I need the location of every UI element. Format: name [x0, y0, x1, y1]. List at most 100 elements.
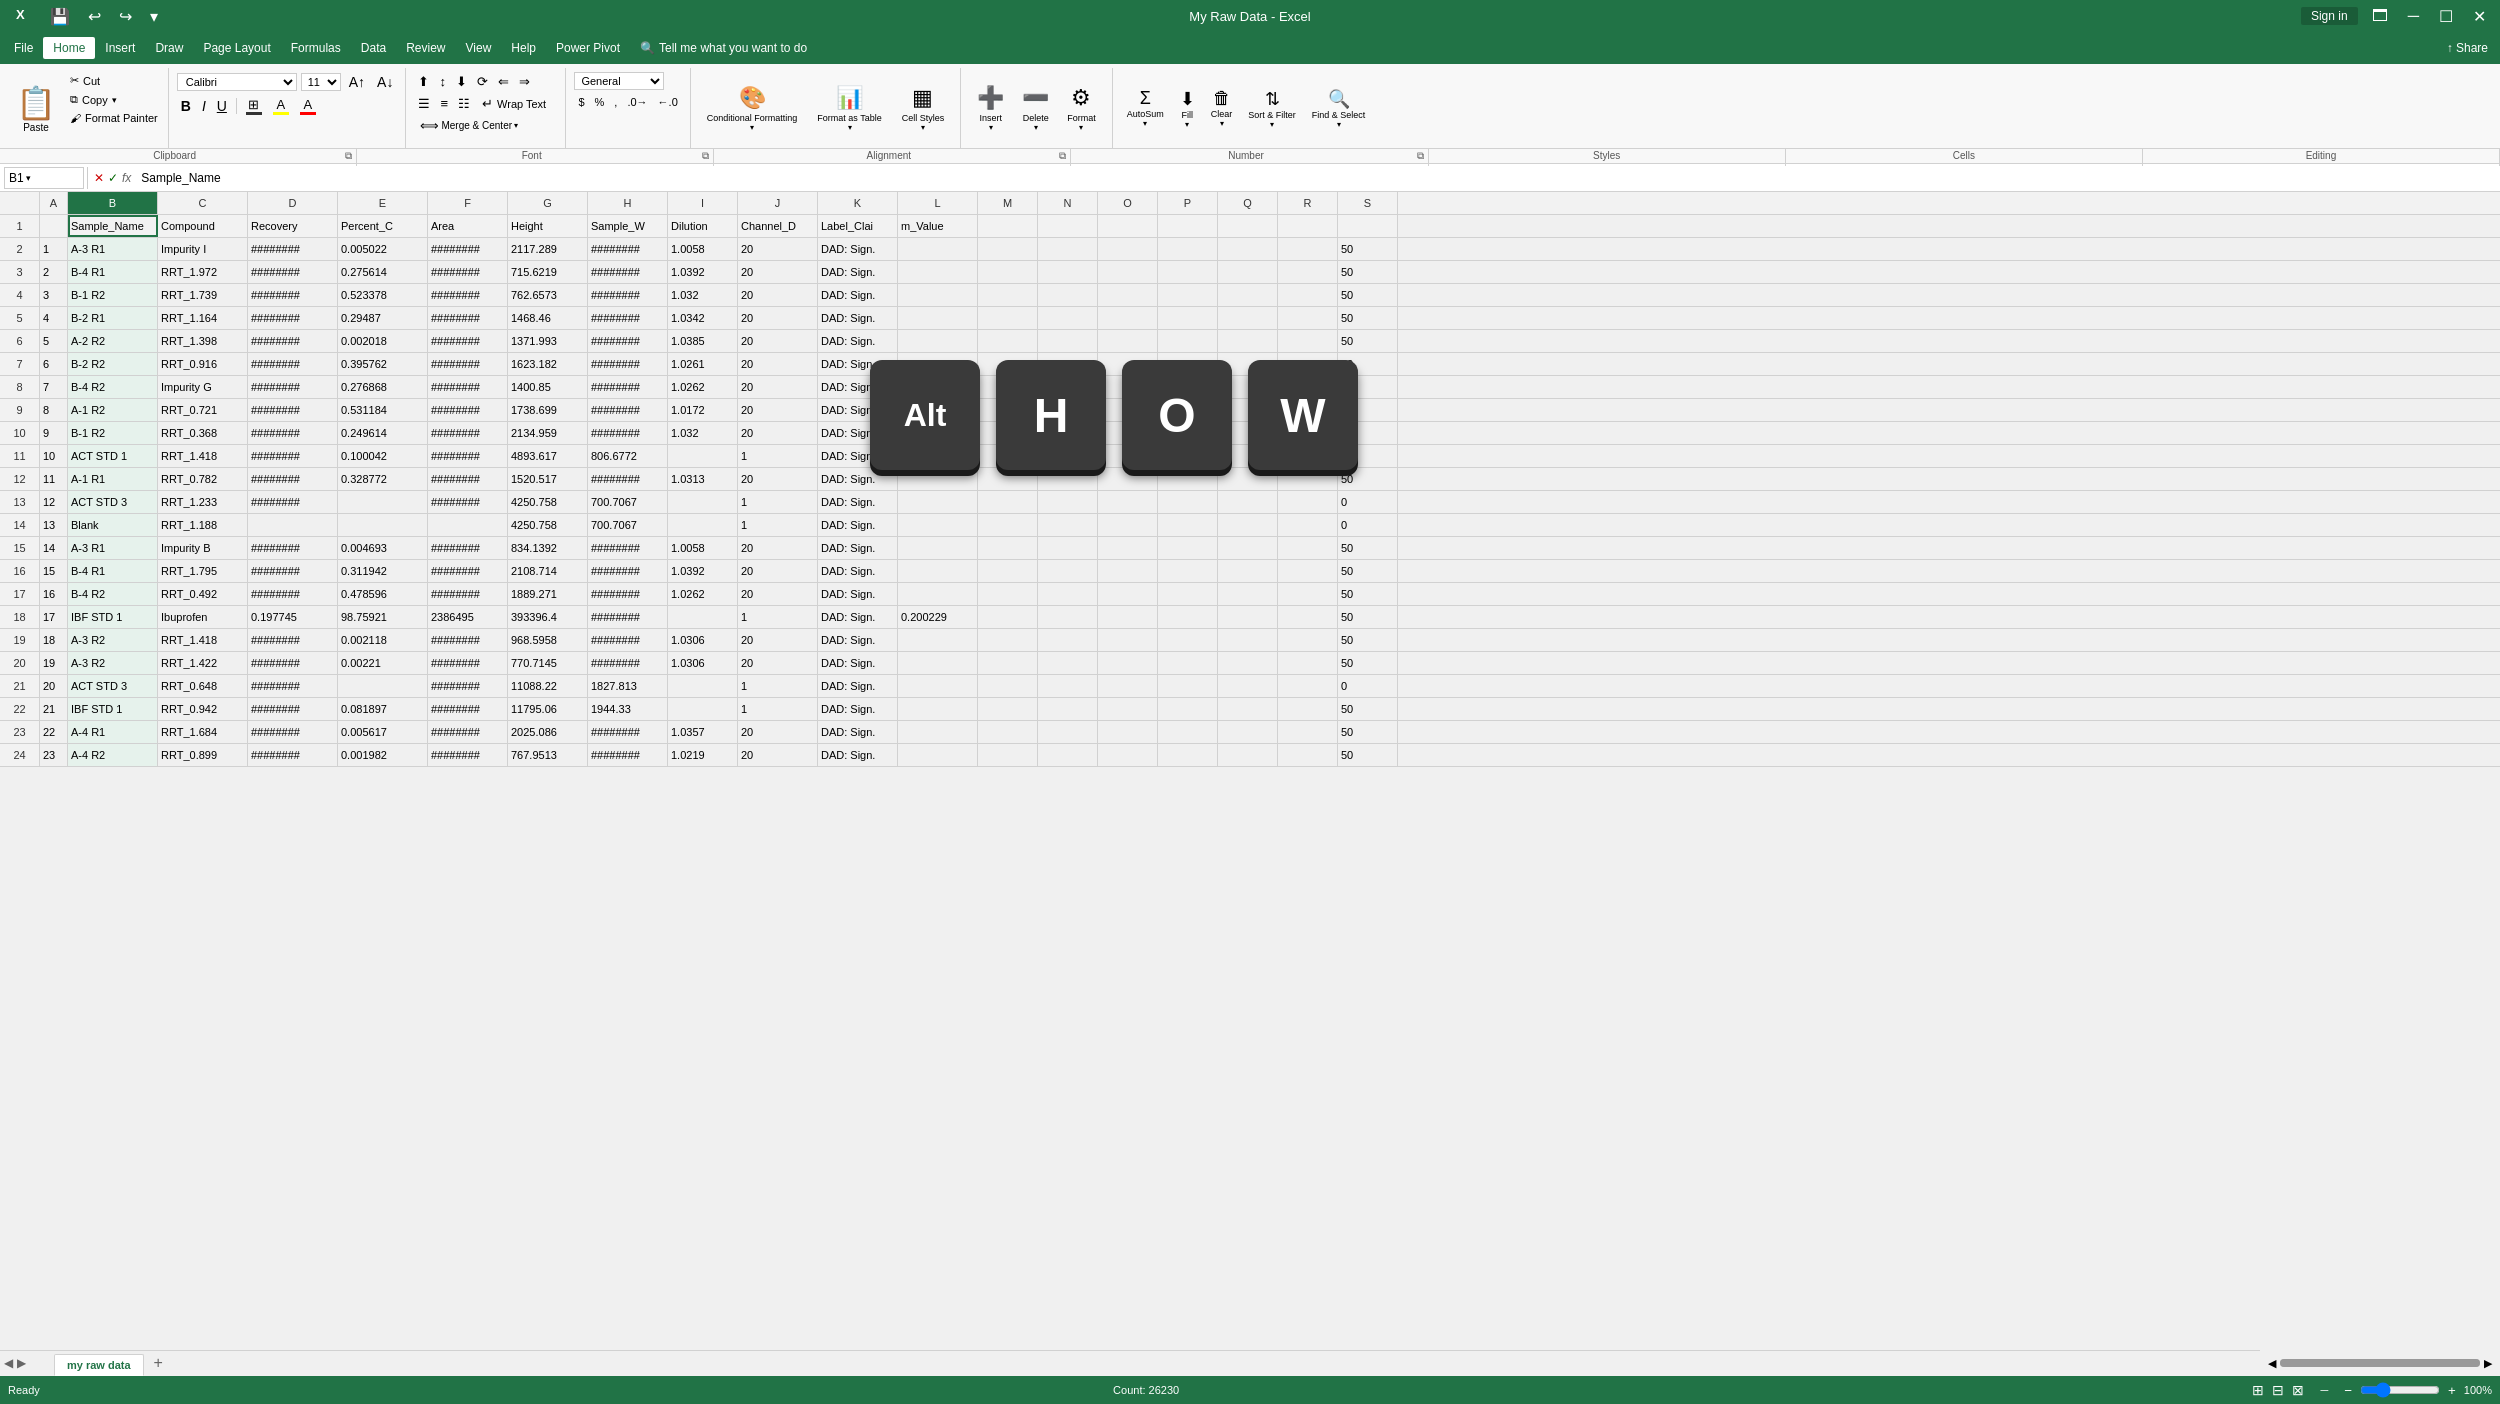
cell[interactable]: ########	[248, 353, 338, 375]
cell[interactable]	[1038, 652, 1098, 674]
cell[interactable]: 762.6573	[508, 284, 588, 306]
cell[interactable]: DAD: Sign.	[818, 721, 898, 743]
cell[interactable]: ########	[248, 583, 338, 605]
cell[interactable]: A-1 R2	[68, 399, 158, 421]
underline-button[interactable]: U	[213, 96, 231, 116]
cell[interactable]	[1098, 284, 1158, 306]
cell[interactable]: ########	[428, 744, 508, 766]
cell[interactable]	[898, 537, 978, 559]
cell[interactable]: 1738.699	[508, 399, 588, 421]
col-header-P[interactable]: P	[1158, 192, 1218, 214]
cell[interactable]: DAD: Sign.	[818, 468, 898, 490]
cell[interactable]	[1278, 468, 1338, 490]
cell[interactable]: 20	[738, 307, 818, 329]
cell[interactable]	[1218, 698, 1278, 720]
col-header-B[interactable]: B	[68, 192, 158, 214]
cell[interactable]: ########	[428, 399, 508, 421]
cell[interactable]	[978, 215, 1038, 237]
row-number[interactable]: 15	[0, 537, 40, 559]
cell[interactable]	[668, 606, 738, 628]
cell[interactable]: 50	[1338, 307, 1398, 329]
cell[interactable]: ########	[248, 284, 338, 306]
cell[interactable]: ########	[588, 353, 668, 375]
col-header-L[interactable]: L	[898, 192, 978, 214]
cell[interactable]: ########	[428, 652, 508, 674]
cell[interactable]	[1158, 284, 1218, 306]
cell[interactable]	[1278, 238, 1338, 260]
menu-review[interactable]: Review	[396, 37, 455, 59]
cell[interactable]	[1218, 514, 1278, 536]
cell[interactable]: 1.0058	[668, 238, 738, 260]
cell[interactable]: 1.0262	[668, 376, 738, 398]
cell[interactable]: Percent_C	[338, 215, 428, 237]
cell[interactable]: 1889.271	[508, 583, 588, 605]
cell[interactable]	[898, 514, 978, 536]
row-number[interactable]: 10	[0, 422, 40, 444]
scroll-right-button[interactable]: ▶	[2484, 1357, 2492, 1370]
row-number[interactable]: 20	[0, 652, 40, 674]
comma-button[interactable]: ,	[610, 94, 621, 110]
cell[interactable]	[1098, 675, 1158, 697]
cell[interactable]: ########	[588, 560, 668, 582]
cell[interactable]	[1158, 675, 1218, 697]
cell[interactable]: Impurity I	[158, 238, 248, 260]
cell[interactable]: RRT_0.368	[158, 422, 248, 444]
cell[interactable]: 20	[738, 583, 818, 605]
cell[interactable]: 4250.758	[508, 491, 588, 513]
cell[interactable]: IBF STD 1	[68, 606, 158, 628]
cell[interactable]: 20	[738, 330, 818, 352]
cell[interactable]: 20	[738, 468, 818, 490]
cell[interactable]	[1218, 537, 1278, 559]
cell[interactable]	[1038, 675, 1098, 697]
cell[interactable]	[1278, 215, 1338, 237]
cell[interactable]	[1218, 238, 1278, 260]
col-header-I[interactable]: I	[668, 192, 738, 214]
cell[interactable]: ########	[248, 629, 338, 651]
cell[interactable]	[1158, 238, 1218, 260]
customize-qat-button[interactable]: ▾	[144, 5, 164, 28]
cell[interactable]: 0.478596	[338, 583, 428, 605]
find-select-button[interactable]: 🔍 Find & Select ▾	[1306, 84, 1372, 133]
cell[interactable]	[1038, 606, 1098, 628]
cell[interactable]: 50	[1338, 721, 1398, 743]
cell[interactable]	[1038, 261, 1098, 283]
cell[interactable]	[1218, 284, 1278, 306]
cell[interactable]: RRT_1.739	[158, 284, 248, 306]
cell[interactable]: 1.0385	[668, 330, 738, 352]
cell[interactable]: 0.081897	[338, 698, 428, 720]
cell[interactable]	[978, 284, 1038, 306]
cell[interactable]	[1278, 537, 1338, 559]
cell[interactable]	[1158, 698, 1218, 720]
row-number[interactable]: 24	[0, 744, 40, 766]
format-painter-button[interactable]: 🖌 Format Painter	[66, 110, 162, 126]
cell[interactable]: 767.9513	[508, 744, 588, 766]
cell[interactable]: 1	[738, 445, 818, 467]
cell[interactable]: ########	[428, 445, 508, 467]
cell[interactable]: ########	[248, 744, 338, 766]
cell[interactable]: 9	[40, 422, 68, 444]
cell[interactable]	[1038, 307, 1098, 329]
cell[interactable]	[1158, 215, 1218, 237]
cell[interactable]	[978, 560, 1038, 582]
minimize-button[interactable]: ─	[2402, 5, 2425, 27]
cell[interactable]	[978, 606, 1038, 628]
cell[interactable]: ########	[248, 652, 338, 674]
cell[interactable]: 20	[738, 629, 818, 651]
cell[interactable]: 1520.517	[508, 468, 588, 490]
cell[interactable]: ########	[428, 560, 508, 582]
menu-data[interactable]: Data	[351, 37, 396, 59]
align-middle-button[interactable]: ↕	[435, 72, 450, 91]
sign-in-button[interactable]: Sign in	[2301, 7, 2358, 25]
cell[interactable]: RRT_0.899	[158, 744, 248, 766]
cell[interactable]	[1098, 261, 1158, 283]
increase-font-button[interactable]: A↑	[345, 72, 369, 92]
cell[interactable]	[978, 744, 1038, 766]
cell[interactable]	[1278, 721, 1338, 743]
cell[interactable]	[1098, 537, 1158, 559]
cell[interactable]: 11795.06	[508, 698, 588, 720]
cell[interactable]: 1.0261	[668, 353, 738, 375]
cell[interactable]: 20	[738, 238, 818, 260]
cell[interactable]: 0.005022	[338, 238, 428, 260]
cell[interactable]	[1278, 583, 1338, 605]
share-button[interactable]: ↑ Share	[2447, 41, 2488, 55]
